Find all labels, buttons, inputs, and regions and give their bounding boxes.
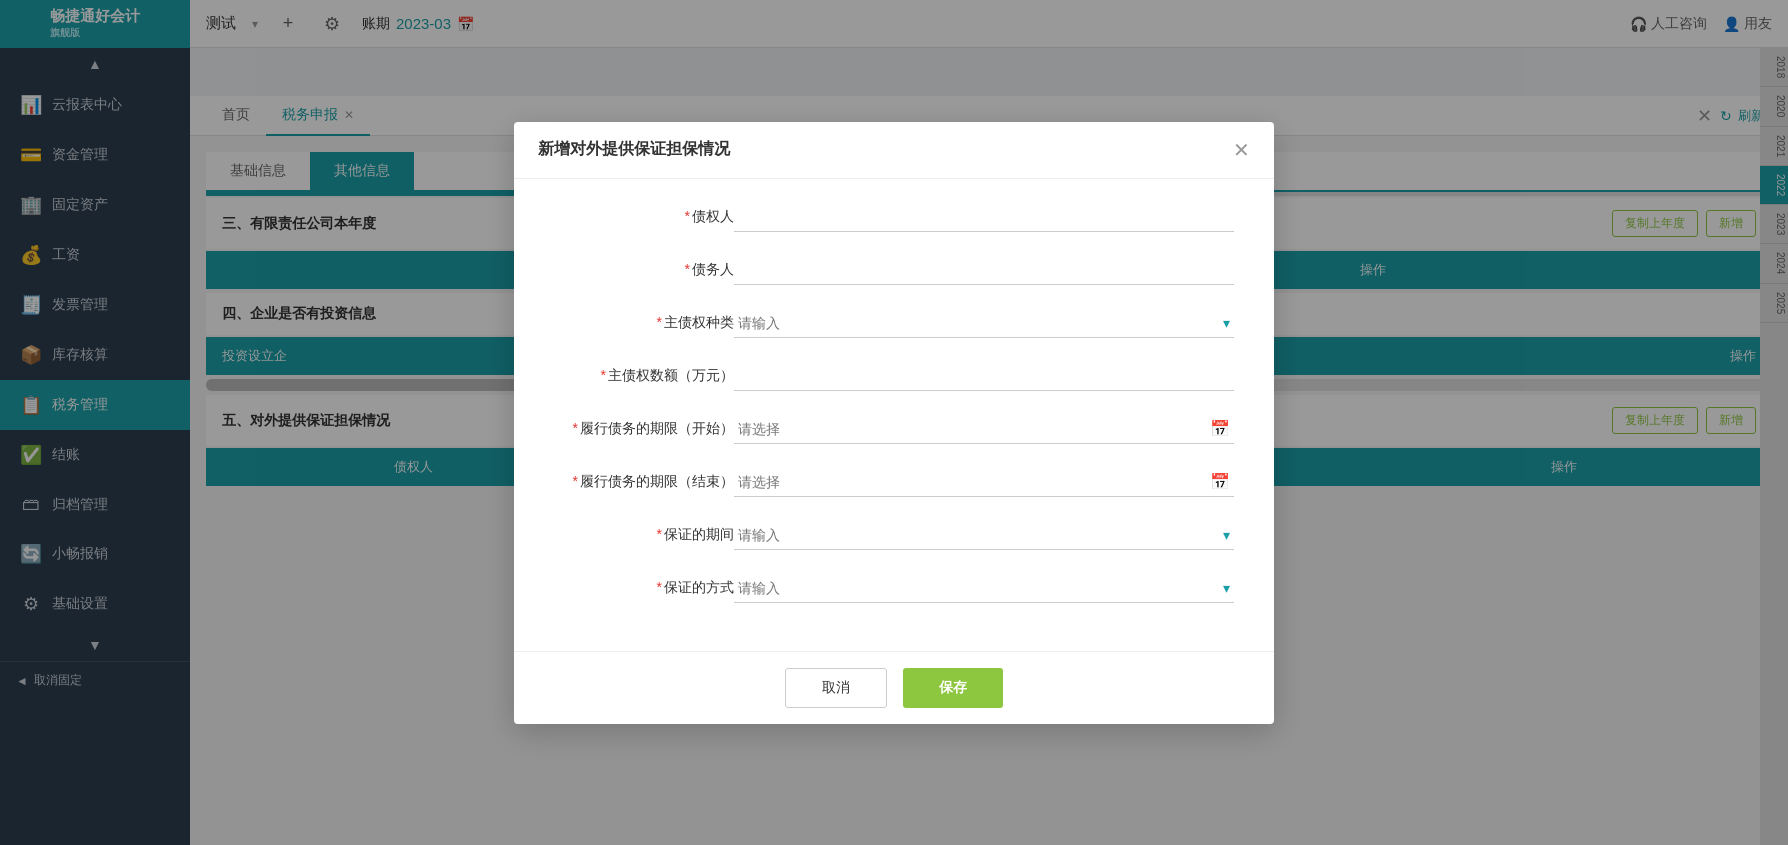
form-row-debtor: *债务人 (554, 256, 1234, 285)
form-label-debt-amount: *主债权数额（万元） (554, 367, 734, 385)
required-marker-2: * (685, 261, 690, 277)
form-select-guarantee-method[interactable]: ▾ (734, 574, 1234, 603)
period-start-input[interactable] (734, 415, 1206, 443)
debt-amount-input[interactable] (734, 362, 1234, 391)
creditor-input[interactable] (734, 203, 1234, 232)
form-label-creditor: *债权人 (554, 208, 734, 226)
modal-title: 新增对外提供保证担保情况 (538, 139, 730, 160)
required-marker-5: * (573, 420, 578, 436)
form-input-wrap-creditor (734, 203, 1234, 232)
form-row-guarantee-period: *保证的期间 ▾ (554, 521, 1234, 550)
form-row-debt-type: *主债权种类 ▾ (554, 309, 1234, 338)
form-date-period-end[interactable]: 📅 (734, 468, 1234, 497)
form-select-debt-type[interactable]: ▾ (734, 309, 1234, 338)
form-label-guarantee-method: *保证的方式 (554, 579, 734, 597)
guarantee-period-input[interactable] (734, 521, 1219, 549)
form-select-guarantee-period[interactable]: ▾ (734, 521, 1234, 550)
form-label-guarantee-period: *保证的期间 (554, 526, 734, 544)
modal-overlay: 新增对外提供保证担保情况 ✕ *债权人 *债务人 (0, 0, 1788, 845)
debt-type-dropdown-icon[interactable]: ▾ (1219, 315, 1234, 331)
required-marker-8: * (657, 579, 662, 595)
form-row-debt-amount: *主债权数额（万元） (554, 362, 1234, 391)
debtor-input[interactable] (734, 256, 1234, 285)
form-row-period-end: *履行债务的期限（结束） 📅 (554, 468, 1234, 497)
guarantee-method-input[interactable] (734, 574, 1219, 602)
form-label-debt-type: *主债权种类 (554, 314, 734, 332)
required-marker-3: * (657, 314, 662, 330)
form-input-wrap-amount (734, 362, 1234, 391)
guarantee-period-dropdown-icon[interactable]: ▾ (1219, 527, 1234, 543)
guarantee-method-dropdown-icon[interactable]: ▾ (1219, 580, 1234, 596)
period-end-calendar-icon[interactable]: 📅 (1206, 472, 1234, 491)
form-label-period-end: *履行债务的期限（结束） (554, 473, 734, 491)
form-input-wrap-debtor (734, 256, 1234, 285)
cancel-button[interactable]: 取消 (785, 668, 887, 708)
period-start-calendar-icon[interactable]: 📅 (1206, 419, 1234, 438)
form-label-debtor: *债务人 (554, 261, 734, 279)
form-row-guarantee-method: *保证的方式 ▾ (554, 574, 1234, 603)
debt-type-input[interactable] (734, 309, 1219, 337)
modal-body: *债权人 *债务人 *主债权种类 (514, 179, 1274, 651)
save-button[interactable]: 保存 (903, 668, 1003, 708)
modal-close-button[interactable]: ✕ (1233, 138, 1250, 162)
modal-footer: 取消 保存 (514, 651, 1274, 724)
period-end-input[interactable] (734, 468, 1206, 496)
modal-header: 新增对外提供保证担保情况 ✕ (514, 122, 1274, 179)
form-row-creditor: *债权人 (554, 203, 1234, 232)
form-label-period-start: *履行债务的期限（开始） (554, 420, 734, 438)
form-date-period-start[interactable]: 📅 (734, 415, 1234, 444)
form-row-period-start: *履行债务的期限（开始） 📅 (554, 415, 1234, 444)
required-marker-7: * (657, 526, 662, 542)
required-marker-4: * (601, 367, 606, 383)
modal-dialog: 新增对外提供保证担保情况 ✕ *债权人 *债务人 (514, 122, 1274, 724)
required-marker: * (685, 208, 690, 224)
required-marker-6: * (573, 473, 578, 489)
